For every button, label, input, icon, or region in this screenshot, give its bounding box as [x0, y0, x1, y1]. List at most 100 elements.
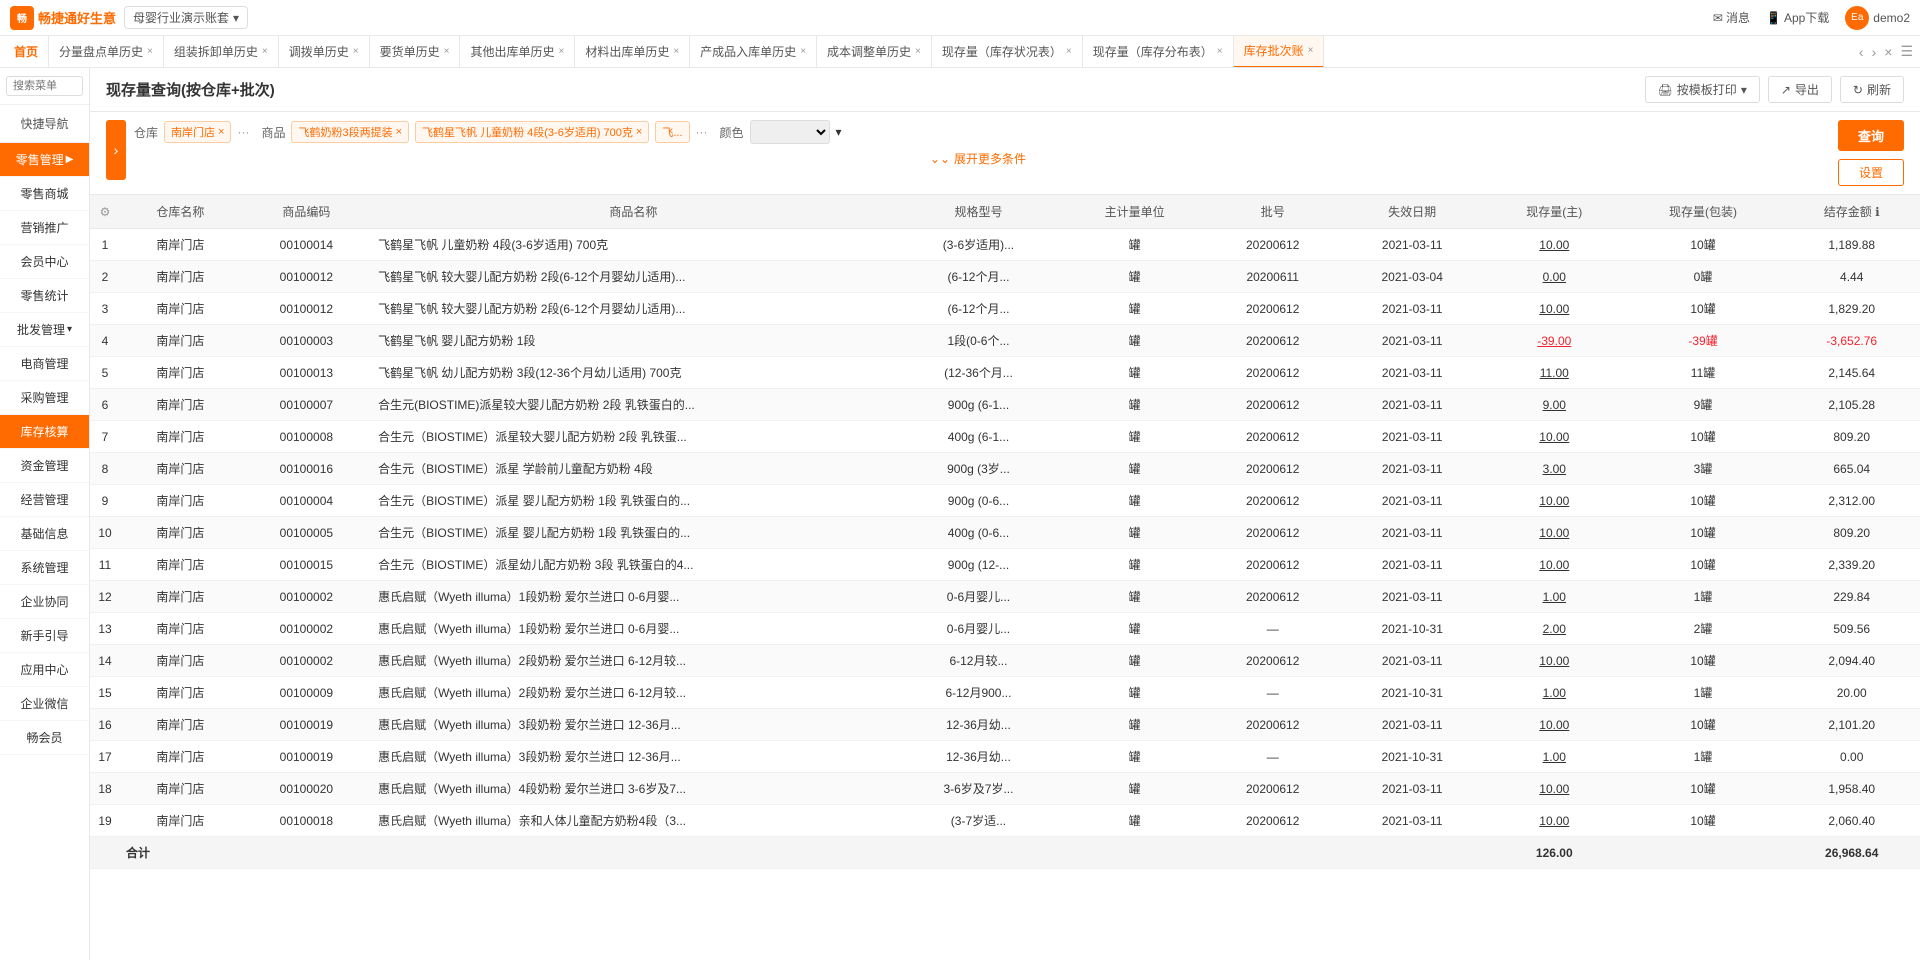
row-qty-main[interactable]: 1.00 [1486, 677, 1623, 709]
row-qty-main[interactable]: 10.00 [1486, 293, 1623, 325]
sidebar-item-app-center[interactable]: 应用中心 [0, 653, 89, 687]
tab-xiancun1[interactable]: 现存量（库存状况表） × [932, 36, 1083, 68]
row-spec: 12-36月幼... [895, 709, 1063, 741]
filter-row-1: 仓库 南岸门店 × ··· 商品 飞鹤奶粉3段两提装 × [134, 120, 1822, 144]
row-qty-main[interactable]: 1.00 [1486, 741, 1623, 773]
tab-close-icon[interactable]: × [915, 46, 921, 57]
sidebar-item-inventory[interactable]: 库存核算 [0, 415, 89, 449]
tab-close-icon[interactable]: × [262, 46, 268, 57]
color-select[interactable] [750, 120, 830, 144]
row-qty-main[interactable]: 10.00 [1486, 229, 1623, 261]
product-tag-more[interactable]: 飞... [655, 121, 689, 143]
more-product-btn[interactable]: ··· [696, 125, 708, 139]
settings-icon[interactable]: ⚙ [100, 205, 111, 219]
print-btn[interactable]: 🖨 按模板打印 ▾ [1645, 76, 1760, 103]
nav-right-arrow[interactable]: › [1869, 44, 1880, 60]
user-area[interactable]: Ea demo2 [1845, 6, 1910, 30]
row-unit: 罐 [1062, 773, 1207, 805]
row-unit: 罐 [1062, 805, 1207, 837]
tab-home[interactable]: 首页 [4, 36, 49, 68]
warehouse-tag[interactable]: 南岸门店 × [164, 121, 231, 143]
tab-close-icon[interactable]: × [1308, 45, 1314, 56]
query-btn[interactable]: 查询 [1838, 120, 1904, 151]
sidebar-item-enterprise[interactable]: 企业协同 [0, 585, 89, 619]
row-qty-main[interactable]: 10.00 [1486, 773, 1623, 805]
tab-fenliang[interactable]: 分量盘点单历史 × [49, 36, 164, 68]
expand-more-btn[interactable]: ⌄⌄ 展开更多条件 [134, 144, 1822, 173]
sidebar-item-basic-info[interactable]: 基础信息 [0, 517, 89, 551]
download-icon: 📱 [1766, 11, 1781, 25]
row-amount: 1,958.40 [1783, 773, 1920, 805]
tab-zuzhuang[interactable]: 组装拆卸单历史 × [164, 36, 279, 68]
more-warehouse-btn[interactable]: ··· [237, 125, 249, 139]
app-download-btn[interactable]: 📱 App下载 [1766, 9, 1829, 26]
tab-chancheng[interactable]: 产成品入库单历史 × [690, 36, 817, 68]
tab-close-icon[interactable]: × [558, 46, 564, 57]
sidebar-item-wholesale[interactable]: 批发管理 ▾ [0, 313, 89, 347]
remove-product1-icon[interactable]: × [396, 126, 402, 138]
row-qty-main[interactable]: 10.00 [1486, 485, 1623, 517]
row-qty-main[interactable]: 11.00 [1486, 357, 1623, 389]
tab-qita[interactable]: 其他出库单历史 × [460, 36, 575, 68]
export-btn[interactable]: ↗ 导出 [1768, 76, 1832, 103]
chevron-icon: ▾ [67, 324, 72, 335]
remove-warehouse-icon[interactable]: × [218, 126, 224, 138]
sidebar-item-purchase[interactable]: 采购管理 [0, 381, 89, 415]
tab-xiancun2[interactable]: 现存量（库存分布表） × [1083, 36, 1234, 68]
tab-close-icon[interactable]: × [1066, 46, 1072, 57]
sidebar-item-member[interactable]: 会员中心 [0, 245, 89, 279]
row-qty-main[interactable]: 10.00 [1486, 549, 1623, 581]
top-bar-left: 畅 畅捷通好生意 母婴行业演示账套 ▾ [10, 6, 248, 30]
row-no: 1 [90, 229, 120, 261]
message-btn[interactable]: ✉ 消息 [1713, 9, 1750, 26]
nav-left-arrow[interactable]: ‹ [1856, 44, 1867, 60]
nav-close-tab[interactable]: × [1881, 44, 1895, 60]
tab-yaohuo[interactable]: 要货单历史 × [370, 36, 461, 68]
product-tag-2[interactable]: 飞鹤星飞帆 儿童奶粉 4段(3-6岁适用) 700克 × [415, 121, 649, 143]
tab-close-icon[interactable]: × [444, 46, 450, 57]
search-input[interactable] [6, 76, 83, 96]
tab-chengben[interactable]: 成本调整单历史 × [817, 36, 932, 68]
product-tag-1[interactable]: 飞鹤奶粉3段两提装 × [291, 121, 409, 143]
sidebar-item-retail-mall[interactable]: 零售商城 [0, 177, 89, 211]
sidebar-item-guide[interactable]: 新手引导 [0, 619, 89, 653]
row-qty-main[interactable]: 3.00 [1486, 453, 1623, 485]
sidebar-item-quick-nav[interactable]: 快捷导航 [0, 109, 89, 138]
row-qty-main[interactable]: 10.00 [1486, 805, 1623, 837]
store-selector[interactable]: 母婴行业演示账套 ▾ [124, 6, 248, 29]
sidebar-item-wechat[interactable]: 企业微信 [0, 687, 89, 721]
sidebar-item-finance[interactable]: 资金管理 [0, 449, 89, 483]
row-qty-main[interactable]: 9.00 [1486, 389, 1623, 421]
refresh-btn[interactable]: ↻ 刷新 [1840, 76, 1904, 103]
tab-cailiao[interactable]: 材料出库单历史 × [575, 36, 690, 68]
row-qty-main[interactable]: -39.00 [1486, 325, 1623, 357]
col-warehouse: 仓库名称 [120, 195, 241, 229]
row-warehouse: 南岸门店 [120, 773, 241, 805]
nav-menu-icon[interactable]: ☰ [1897, 43, 1916, 60]
remove-product2-icon[interactable]: × [636, 126, 642, 138]
expand-sidebar-btn[interactable]: › [106, 120, 126, 180]
row-qty-main[interactable]: 0.00 [1486, 261, 1623, 293]
sidebar-item-ecommerce[interactable]: 电商管理 [0, 347, 89, 381]
row-qty-main[interactable]: 10.00 [1486, 421, 1623, 453]
row-qty-main[interactable]: 1.00 [1486, 581, 1623, 613]
tab-close-icon[interactable]: × [800, 46, 806, 57]
sidebar-item-member2[interactable]: 畅会员 [0, 721, 89, 755]
row-qty-main[interactable]: 10.00 [1486, 517, 1623, 549]
settings-btn[interactable]: 设置 [1838, 159, 1904, 186]
tab-diaob[interactable]: 调拨单历史 × [279, 36, 370, 68]
sidebar-item-retail-stats[interactable]: 零售统计 [0, 279, 89, 313]
tab-close-icon[interactable]: × [673, 46, 679, 57]
sidebar-item-retail-mgmt[interactable]: 零售管理 ▶ [0, 143, 89, 177]
tab-close-icon[interactable]: × [147, 46, 153, 57]
sidebar-item-operation[interactable]: 经营管理 [0, 483, 89, 517]
row-qty-main[interactable]: 10.00 [1486, 645, 1623, 677]
tab-close-icon[interactable]: × [353, 46, 359, 57]
row-qty-main[interactable]: 10.00 [1486, 709, 1623, 741]
tab-close-icon[interactable]: × [1217, 46, 1223, 57]
tab-kucun-pici[interactable]: 库存批次账 × [1234, 36, 1325, 68]
sidebar-item-system[interactable]: 系统管理 [0, 551, 89, 585]
sidebar-item-marketing[interactable]: 营销推广 [0, 211, 89, 245]
table-row: 4 南岸门店 00100003 飞鹤星飞帆 婴儿配方奶粉 1段 1段(0-6个.… [90, 325, 1920, 357]
row-qty-main[interactable]: 2.00 [1486, 613, 1623, 645]
